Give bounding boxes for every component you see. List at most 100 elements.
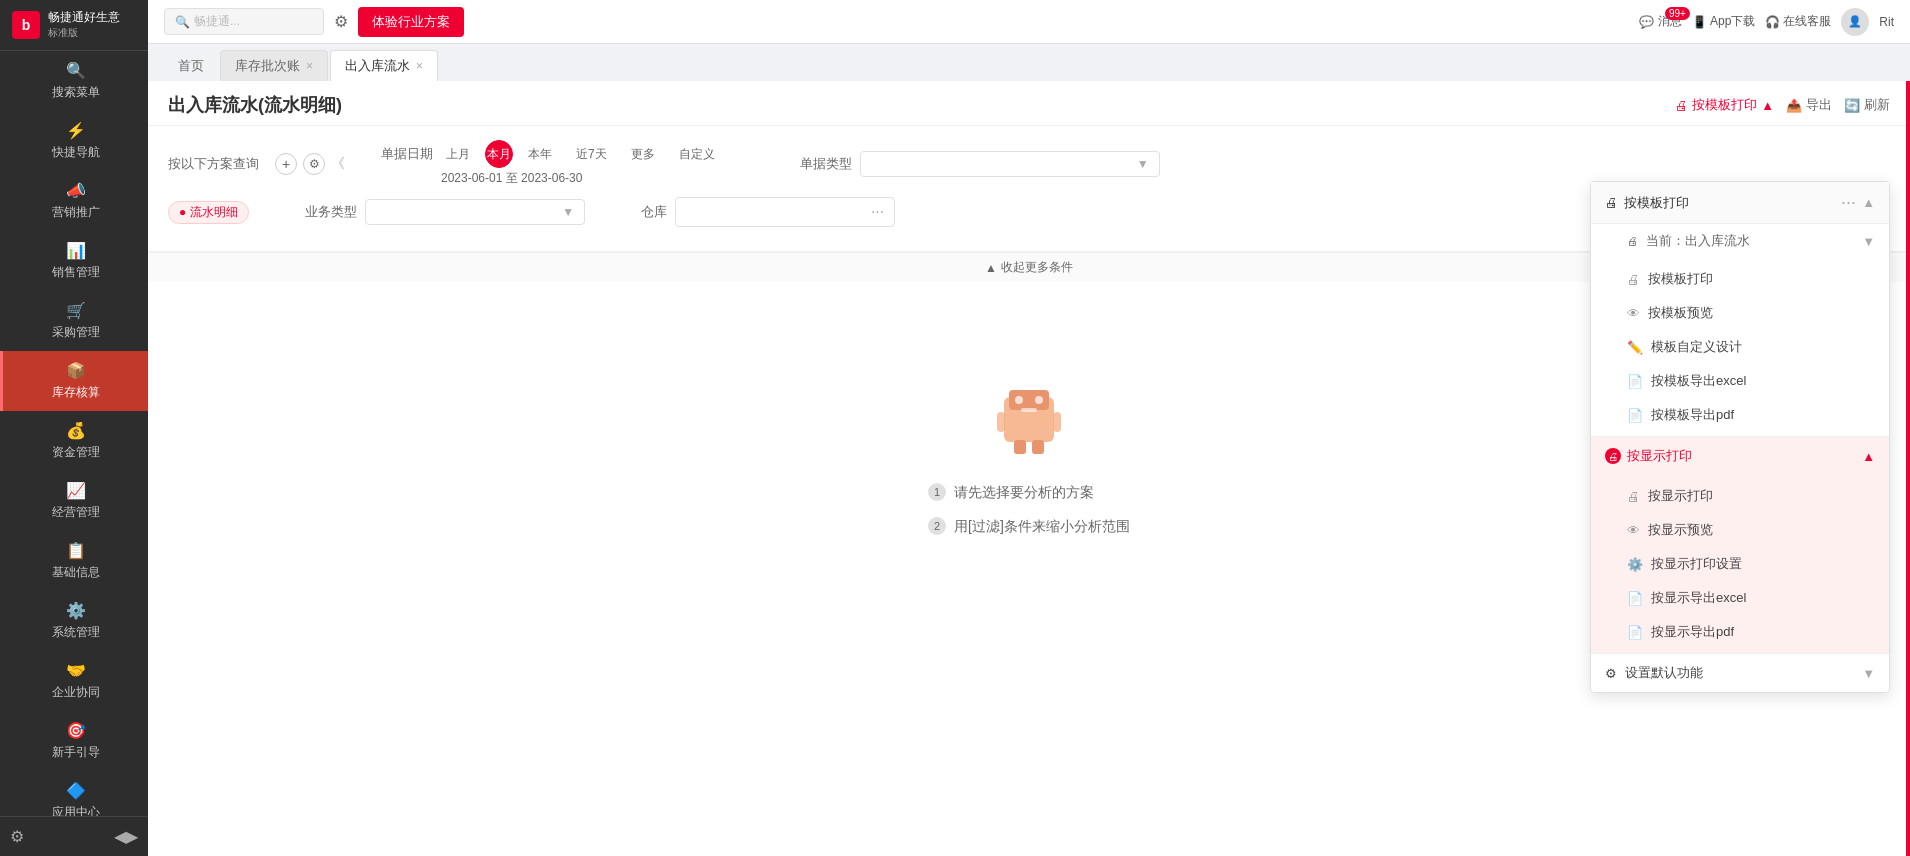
item-icon-template-preview: 👁 [1627, 306, 1640, 321]
current-arrow-icon: ▼ [1862, 234, 1875, 249]
dropdown-item-template-excel[interactable]: 📄按模板导出excel [1591, 364, 1889, 398]
biz-type-select[interactable]: ▼ [365, 199, 585, 225]
sidebar-item-finance[interactable]: 💰资金管理 [0, 411, 148, 471]
sidebar-item-guide[interactable]: 🎯新手引导 [0, 711, 148, 771]
warehouse-more-icon[interactable]: ··· [871, 203, 884, 221]
topbar-search-box[interactable]: 🔍 畅捷通... [164, 8, 324, 35]
export-btn[interactable]: 📤 导出 [1786, 96, 1832, 114]
current-template-item[interactable]: 🖨 当前：出入库流水 ▼ [1591, 224, 1889, 258]
filter-settings-btn[interactable]: ⚙ [303, 153, 325, 175]
tab-close-batch[interactable]: × [306, 59, 313, 73]
dropdown-item-template-pdf[interactable]: 📄按模板导出pdf [1591, 398, 1889, 432]
date-btn-本年[interactable]: 本年 [519, 142, 561, 167]
dropdown-item-display-excel[interactable]: 📄按显示导出excel [1591, 581, 1889, 615]
filter-add-btn[interactable]: + [275, 153, 297, 175]
date-filter-btns: 上月本月本年近7天更多自定义 [437, 140, 724, 168]
sidebar-item-marketing[interactable]: 📣营销推广 [0, 171, 148, 231]
item-label-template-custom: 模板自定义设计 [1651, 338, 1742, 356]
date-btn-自定义[interactable]: 自定义 [670, 142, 724, 167]
settings-footer-icon: ⚙ [1605, 666, 1617, 681]
bill-type-select[interactable]: ▼ [860, 151, 1160, 177]
display-section: 🖨 按显示打印 ▲ 🖨按显示打印👁按显示预览 ⚙️ 按显示打印设置 📄按显示导出exc… [1591, 437, 1889, 653]
sidebar-item-apps[interactable]: 🔷 应用中心 [0, 771, 148, 816]
display-icon: 🖨 [1605, 448, 1621, 464]
active-filter-label: 流水明细 [190, 204, 238, 221]
date-btn-近7天[interactable]: 近7天 [567, 142, 616, 167]
sidebar-item-basic[interactable]: 📋基础信息 [0, 531, 148, 591]
dropdown-footer-arrow[interactable]: ▼ [1862, 666, 1875, 681]
tab-batch[interactable]: 库存批次账× [220, 50, 328, 81]
sidebar-item-search[interactable]: 🔍搜索菜单 [0, 51, 148, 111]
sidebar-item-sales[interactable]: 📊 销售管理 [0, 231, 148, 291]
sidebar-icon-basic: 📋 [66, 541, 86, 560]
date-btn-更多[interactable]: 更多 [622, 142, 664, 167]
sidebar-icon-apps: 🔷 [66, 781, 86, 800]
sidebar-icon-marketing: 📣 [66, 181, 86, 200]
sidebar-label-operation: 经营管理 [52, 504, 100, 521]
sidebar-item-inventory[interactable]: 📦库存核算 [0, 351, 148, 411]
dropdown-item-template-custom[interactable]: ✏️模板自定义设计 [1591, 330, 1889, 364]
search-text: 畅捷通... [194, 13, 240, 30]
item-label-template-excel: 按模板导出excel [1651, 372, 1746, 390]
warehouse-select[interactable]: ··· [675, 197, 895, 227]
item-label-display-print: 按显示打印 [1648, 487, 1713, 505]
sidebar-item-purchase[interactable]: 🛒采购管理 [0, 291, 148, 351]
sidebar-nav: 🔍搜索菜单⚡快捷导航📣营销推广 📊 销售管理 🛒采购管理📦库存核算💰资金管理📈经营管理… [0, 51, 148, 816]
item-label-display-settings: 按显示打印设置 [1651, 555, 1742, 573]
date-btn-本月[interactable]: 本月 [485, 140, 513, 168]
step-num-2: 2 [928, 517, 946, 535]
notice-icon: 💬 [1639, 15, 1654, 29]
sidebar-item-operation[interactable]: 📈经营管理 [0, 471, 148, 531]
dropdown-more-icon[interactable]: ··· [1841, 192, 1856, 213]
display-collapse-icon[interactable]: ▲ [1862, 449, 1875, 464]
svg-point-3 [1035, 396, 1043, 404]
dropdown-item-template-preview[interactable]: 👁按模板预览 [1591, 296, 1889, 330]
template-header: 🖨 按模板打印 ··· ▲ [1591, 182, 1889, 224]
sidebar-label-apps: 应用中心 [52, 804, 100, 816]
notice-btn[interactable]: 💬 消息 99+ [1639, 13, 1682, 30]
refresh-icon: 🔄 [1844, 98, 1860, 113]
print-template-btn[interactable]: 🖨 按模板打印 ▲ [1675, 96, 1774, 114]
tab-close-flow[interactable]: × [416, 59, 423, 73]
logo-text-block: 畅捷通好生意 标准版 [48, 10, 120, 40]
industry-btn[interactable]: 体验行业方案 [358, 7, 464, 37]
sidebar-item-system[interactable]: ⚙️系统管理 [0, 591, 148, 651]
sidebar-item-shortcut[interactable]: ⚡快捷导航 [0, 111, 148, 171]
app-download-btn[interactable]: 📱 App下载 [1692, 13, 1755, 30]
refresh-btn[interactable]: 🔄 刷新 [1844, 96, 1890, 114]
settings-bottom-icon[interactable]: ⚙ [10, 827, 24, 846]
logo-name: 畅捷通好生意 [48, 10, 120, 26]
topbar-settings-icon[interactable]: ⚙ [334, 12, 348, 31]
sidebar-icon-system: ⚙️ [66, 601, 86, 620]
user-avatar[interactable]: 👤 [1841, 8, 1869, 36]
active-filter-tag[interactable]: ● 流水明细 [168, 201, 249, 224]
dropdown-item-template-print[interactable]: 🖨按模板打印 [1591, 262, 1889, 296]
resize-handle[interactable] [1906, 81, 1910, 856]
sidebar-item-cooperation[interactable]: 🤝企业协同 [0, 651, 148, 711]
template-header-title: 🖨 按模板打印 [1605, 194, 1689, 212]
sidebar-icon-sales: 📊 [66, 241, 86, 260]
dropdown-footer: ⚙ 设置默认功能 ▼ [1591, 654, 1889, 692]
svg-rect-6 [1053, 412, 1061, 432]
online-service-btn[interactable]: 🎧 在线客服 [1765, 13, 1831, 30]
dropdown-item-display-print[interactable]: 🖨按显示打印 [1591, 479, 1889, 513]
sidebar-label-sales: 销售管理 [52, 264, 100, 281]
date-btn-上月[interactable]: 上月 [437, 142, 479, 167]
dropdown-item-display-preview[interactable]: 👁按显示预览 [1591, 513, 1889, 547]
sidebar-icon-cooperation: 🤝 [66, 661, 86, 680]
username-label: Rit [1879, 15, 1894, 29]
item-icon-display-settings: ⚙️ [1627, 557, 1643, 572]
collapse-sidebar-icon[interactable]: ◀▶ [114, 827, 138, 846]
display-items-list: 🖨按显示打印👁按显示预览 ⚙️ 按显示打印设置 📄按显示导出excel📄按显示导出pd… [1591, 475, 1889, 653]
empty-svg [979, 362, 1079, 462]
dropdown-up-icon[interactable]: ▲ [1862, 195, 1875, 210]
phone-icon: 📱 [1692, 15, 1707, 29]
tab-flow[interactable]: 出入库流水× [330, 50, 438, 81]
notice-badge: 99+ [1665, 7, 1690, 20]
tab-home[interactable]: 首页 [164, 51, 218, 81]
print-header-icon: 🖨 [1605, 195, 1618, 210]
dropdown-item-display-settings[interactable]: ⚙️ 按显示打印设置 [1591, 547, 1889, 581]
dropdown-item-display-pdf[interactable]: 📄按显示导出pdf [1591, 615, 1889, 649]
sidebar-label-inventory: 库存核算 [52, 384, 100, 401]
filter-collapse-icon[interactable]: 《 [331, 155, 345, 173]
